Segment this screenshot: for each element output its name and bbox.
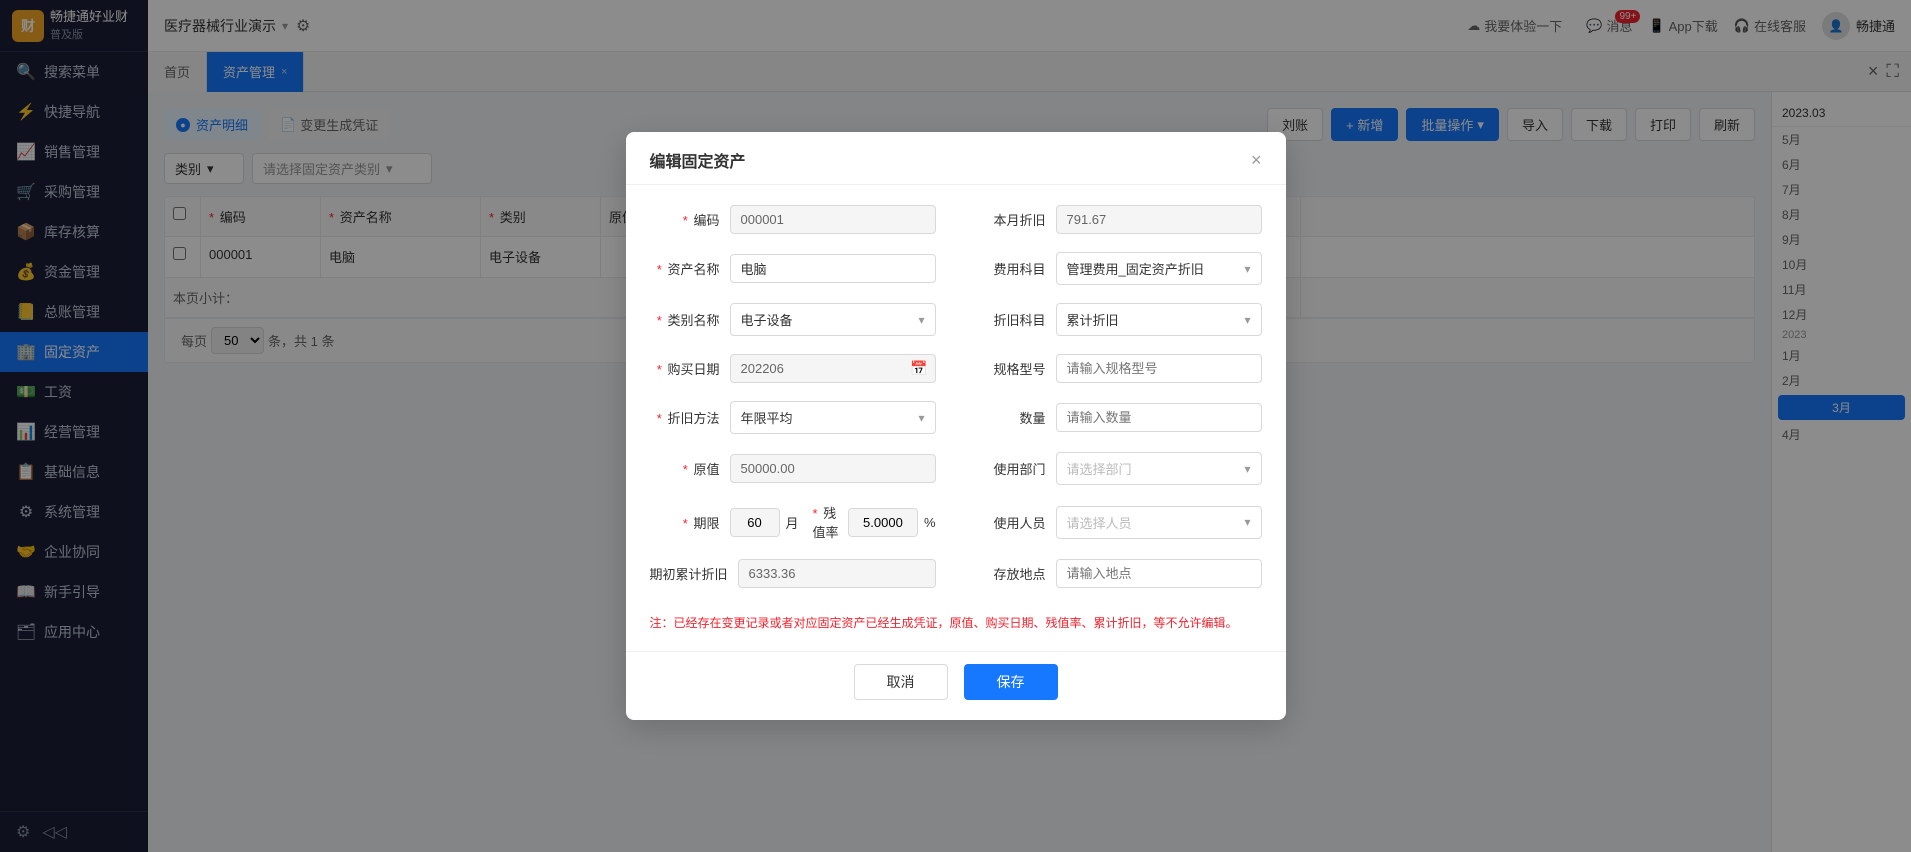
modal-title: 编辑固定资产 bbox=[650, 148, 746, 172]
cancel-button[interactable]: 取消 bbox=[854, 664, 948, 700]
modal-close-button[interactable]: × bbox=[1251, 151, 1262, 169]
period-unit: 月 bbox=[786, 513, 799, 532]
spec-input[interactable] bbox=[1056, 354, 1262, 383]
department-select[interactable]: 请选择部门 ▾ bbox=[1056, 452, 1262, 485]
initial-dep-label: 期初累计折旧 bbox=[650, 564, 728, 583]
purchase-date-label: * 购买日期 bbox=[650, 359, 720, 378]
expense-account-arrow: ▾ bbox=[1244, 262, 1250, 276]
dep-method-select[interactable]: 年限平均 ▾ bbox=[730, 401, 936, 434]
residual-input[interactable] bbox=[848, 508, 918, 537]
modal-row-6: * 原值 使用部门 请选择部门 ▾ bbox=[650, 452, 1262, 485]
field-dep-account: 折旧科目 累计折旧 ▾ bbox=[976, 303, 1262, 336]
field-department: 使用部门 请选择部门 ▾ bbox=[976, 452, 1262, 485]
modal-row-4: * 购买日期 📅 规格型号 bbox=[650, 354, 1262, 383]
field-monthly-depreciation: 本月折旧 bbox=[976, 205, 1262, 234]
user-placeholder: 请选择人员 bbox=[1067, 513, 1132, 532]
spec-label: 规格型号 bbox=[976, 359, 1046, 378]
modal-header: 编辑固定资产 × bbox=[626, 132, 1286, 185]
edit-asset-modal: 编辑固定资产 × * 编码 本月折旧 bbox=[626, 132, 1286, 720]
modal-overlay: 编辑固定资产 × * 编码 本月折旧 bbox=[0, 0, 1911, 852]
dep-method-label: * 折旧方法 bbox=[650, 408, 720, 427]
field-expense-account: 费用科目 管理费用_固定资产折旧 ▾ bbox=[976, 252, 1262, 285]
modal-body: * 编码 本月折旧 * 资产名称 bbox=[626, 185, 1286, 651]
original-value-input[interactable] bbox=[730, 454, 936, 483]
user-select[interactable]: 请选择人员 ▾ bbox=[1056, 506, 1262, 539]
period-residual-inline: 月 * 残值率 % bbox=[730, 503, 936, 541]
category-arrow: ▾ bbox=[918, 313, 924, 327]
field-dep-method: * 折旧方法 年限平均 ▾ bbox=[650, 401, 936, 434]
original-value-label: * 原值 bbox=[650, 459, 720, 478]
expense-account-label: 费用科目 bbox=[976, 259, 1046, 278]
quantity-input[interactable] bbox=[1056, 403, 1262, 432]
dep-account-label: 折旧科目 bbox=[976, 310, 1046, 329]
category-value: 电子设备 bbox=[741, 310, 793, 329]
residual-label: * 残值率 bbox=[813, 503, 842, 541]
code-label: * 编码 bbox=[650, 210, 720, 229]
period-label: * 期限 bbox=[650, 513, 720, 532]
location-label: 存放地点 bbox=[976, 564, 1046, 583]
modal-footer: 取消 保存 bbox=[626, 651, 1286, 720]
purchase-date-input[interactable] bbox=[730, 354, 936, 383]
field-original-value: * 原值 bbox=[650, 452, 936, 485]
save-button[interactable]: 保存 bbox=[964, 664, 1058, 700]
monthly-dep-label: 本月折旧 bbox=[976, 210, 1046, 229]
field-spec: 规格型号 bbox=[976, 354, 1262, 383]
user-arrow: ▾ bbox=[1244, 515, 1250, 529]
asset-name-input[interactable] bbox=[730, 254, 936, 283]
dep-method-arrow: ▾ bbox=[918, 411, 924, 425]
department-arrow: ▾ bbox=[1244, 462, 1250, 476]
purchase-date-wrap: 📅 bbox=[730, 354, 936, 383]
category-label: * 类别名称 bbox=[650, 310, 720, 329]
code-input[interactable] bbox=[730, 205, 936, 234]
dep-account-select[interactable]: 累计折旧 ▾ bbox=[1056, 303, 1262, 336]
modal-row-1: * 编码 本月折旧 bbox=[650, 205, 1262, 234]
field-initial-dep: 期初累计折旧 bbox=[650, 559, 936, 588]
field-code: * 编码 bbox=[650, 205, 936, 234]
field-user: 使用人员 请选择人员 ▾ bbox=[976, 503, 1262, 541]
monthly-dep-input[interactable] bbox=[1056, 205, 1262, 234]
asset-name-label: * 资产名称 bbox=[650, 259, 720, 278]
department-placeholder: 请选择部门 bbox=[1067, 459, 1132, 478]
quantity-label: 数量 bbox=[976, 408, 1046, 427]
category-select[interactable]: 电子设备 ▾ bbox=[730, 303, 936, 336]
field-purchase-date: * 购买日期 📅 bbox=[650, 354, 936, 383]
dep-method-value: 年限平均 bbox=[741, 408, 793, 427]
user-label: 使用人员 bbox=[976, 513, 1046, 532]
modal-row-2: * 资产名称 费用科目 管理费用_固定资产折旧 ▾ bbox=[650, 252, 1262, 285]
field-period-residual: * 期限 月 * 残值率 % bbox=[650, 503, 936, 541]
modal-note: 注：已经存在变更记录或者对应固定资产已经生成凭证，原值、购买日期、残值率、累计折… bbox=[650, 606, 1262, 631]
field-location: 存放地点 bbox=[976, 559, 1262, 588]
dep-account-arrow: ▾ bbox=[1244, 313, 1250, 327]
field-asset-name: * 资产名称 bbox=[650, 252, 936, 285]
calendar-icon[interactable]: 📅 bbox=[910, 360, 927, 377]
dep-account-value: 累计折旧 bbox=[1067, 310, 1119, 329]
period-input[interactable] bbox=[730, 508, 780, 537]
residual-unit: % bbox=[924, 515, 936, 530]
department-label: 使用部门 bbox=[976, 459, 1046, 478]
field-quantity: 数量 bbox=[976, 401, 1262, 434]
modal-row-7: * 期限 月 * 残值率 % 使用人员 bbox=[650, 503, 1262, 541]
modal-row-3: * 类别名称 电子设备 ▾ 折旧科目 累计折旧 ▾ bbox=[650, 303, 1262, 336]
modal-row-8: 期初累计折旧 存放地点 bbox=[650, 559, 1262, 588]
modal-row-5: * 折旧方法 年限平均 ▾ 数量 bbox=[650, 401, 1262, 434]
initial-dep-input[interactable] bbox=[738, 559, 936, 588]
field-category: * 类别名称 电子设备 ▾ bbox=[650, 303, 936, 336]
location-input[interactable] bbox=[1056, 559, 1262, 588]
expense-account-value: 管理费用_固定资产折旧 bbox=[1067, 259, 1204, 278]
expense-account-select[interactable]: 管理费用_固定资产折旧 ▾ bbox=[1056, 252, 1262, 285]
